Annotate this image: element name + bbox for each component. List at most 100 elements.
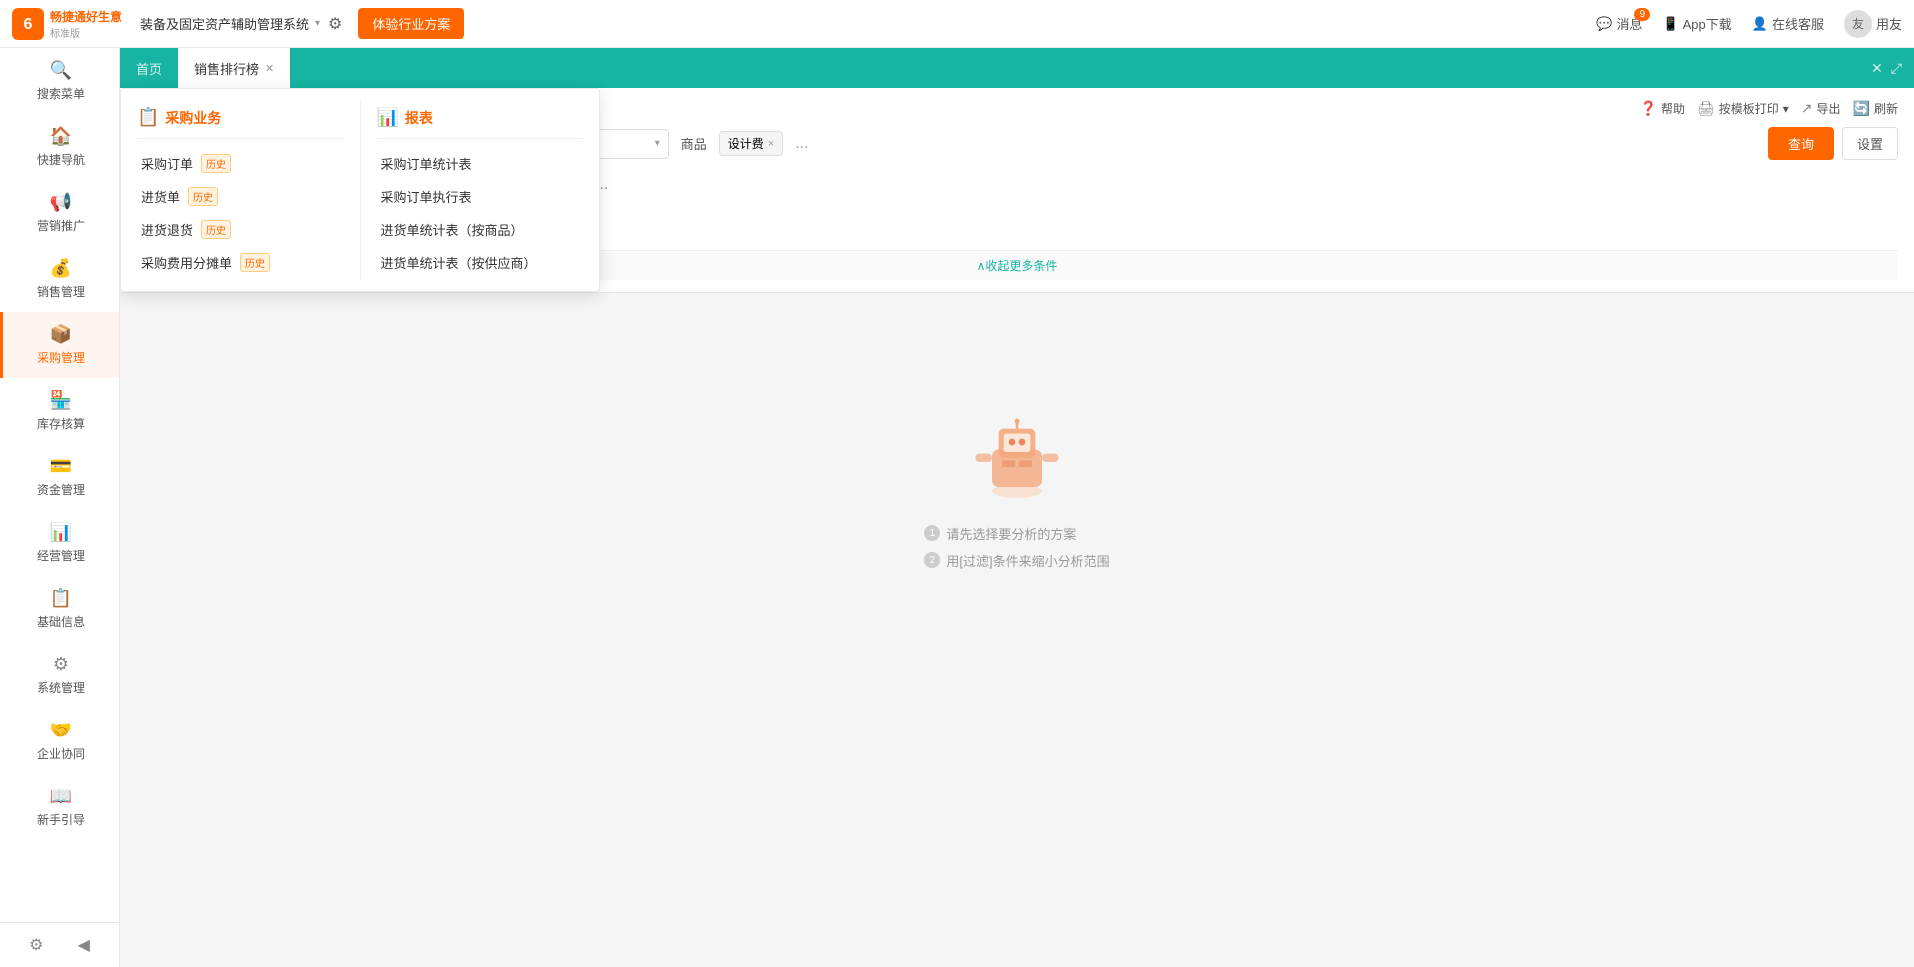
- empty-icon-wrapper: [967, 417, 1067, 512]
- collapse-arrow-icon: ∧: [977, 259, 986, 273]
- sidebar-settings-icon[interactable]: ⚙: [29, 935, 43, 955]
- user-avatar: 友: [1844, 10, 1872, 38]
- dropdown-item-expense[interactable]: 采购费用分摊单 历史: [137, 246, 344, 279]
- history-badge-2: 历史: [201, 220, 231, 239]
- query-btn[interactable]: 查询: [1768, 127, 1834, 160]
- app-download-btn[interactable]: 📱 App下载: [1662, 14, 1731, 33]
- cooperation-icon: 🤝: [50, 720, 72, 741]
- export-btn[interactable]: ↗ 导出: [1801, 100, 1841, 117]
- finance-icon: 💳: [50, 456, 72, 477]
- header-right: 💬 消息 9 📱 App下载 👤 在线客服 友 用友: [1596, 10, 1902, 38]
- dropdown-item-return[interactable]: 进货退货 历史: [137, 213, 344, 246]
- sidebar-item-system[interactable]: ⚙ 系统管理: [0, 642, 119, 708]
- svg-text:6: 6: [24, 16, 33, 33]
- goods-tag: 设计费 ×: [719, 131, 783, 156]
- voucher-status-arrow: ▾: [655, 138, 660, 149]
- tab-fullscreen-btn[interactable]: ⤢: [1891, 60, 1902, 77]
- dropdown-item-order-stat[interactable]: 采购订单统计表: [377, 147, 584, 180]
- system-icon: ⚙: [53, 654, 69, 675]
- service-icon: 👤: [1752, 16, 1768, 32]
- operations-icon: 📊: [50, 522, 72, 543]
- sidebar-item-newbie[interactable]: 📖 新手引导: [0, 774, 119, 840]
- sidebar-item-operations[interactable]: 📊 经营管理: [0, 510, 119, 576]
- refresh-btn[interactable]: 🔄 刷新: [1853, 100, 1898, 117]
- help-icon: ❓: [1640, 100, 1657, 117]
- phone-icon: 📱: [1662, 16, 1678, 32]
- tab-controls: ✕ ⤢: [1871, 60, 1914, 77]
- sidebar-item-marketing[interactable]: 📢 营销推广: [0, 180, 119, 246]
- sales-icon: 💰: [50, 258, 72, 279]
- history-badge-3: 历史: [240, 253, 270, 272]
- sidebar-bottom: ⚙ ◀: [0, 922, 119, 967]
- sidebar-item-cooperation[interactable]: 🤝 企业协同: [0, 708, 119, 774]
- sidebar-item-search[interactable]: 🔍 搜索菜单: [0, 48, 119, 114]
- dropdown-item-purchase-order[interactable]: 采购订单 历史: [137, 147, 344, 180]
- print-icon: 🖨: [1697, 100, 1715, 117]
- sidebar-item-quick-nav[interactable]: 🏠 快捷导航: [0, 114, 119, 180]
- empty-robot-icon: [967, 417, 1067, 507]
- brand-text: 畅捷通好生意 标准版: [50, 8, 122, 40]
- main-layout: 🔍 搜索菜单 🏠 快捷导航 📢 营销推广 💰 销售管理 📦 采购管理 🏪 库存核…: [0, 48, 1914, 967]
- marketing-icon: 📢: [50, 192, 72, 213]
- dropdown-col-report: 📊 报表 采购订单统计表 采购订单执行表 进货单统计表（按商品） 进货单统计表（…: [360, 101, 600, 279]
- sidebar-item-basic[interactable]: 📋 基础信息: [0, 576, 119, 642]
- home-icon: 🏠: [50, 126, 72, 147]
- sidebar-item-inventory[interactable]: 🏪 库存核算: [0, 378, 119, 444]
- industry-btn[interactable]: 体验行业方案: [358, 8, 464, 39]
- dropdown-menu: 📋 采购业务 采购订单 历史 进货单 历史 进货退货 历史: [120, 88, 600, 292]
- empty-tip-2: 2 用[过滤]条件来缩小分析范围: [924, 551, 1109, 570]
- empty-state: 1 请先选择要分析的方案 2 用[过滤]条件来缩小分析范围: [120, 293, 1914, 693]
- sidebar: 🔍 搜索菜单 🏠 快捷导航 📢 营销推广 💰 销售管理 📦 采购管理 🏪 库存核…: [0, 48, 120, 967]
- refresh-icon: 🔄: [1853, 100, 1870, 117]
- history-badge-0: 历史: [201, 154, 231, 173]
- logo-icon: 6: [12, 8, 44, 40]
- query-actions: 查询 设置: [1768, 127, 1898, 160]
- top-header: 6 畅捷通好生意 标准版 装备及固定资产辅助管理系统 ▾ ⚙ 体验行业方案 💬 …: [0, 0, 1914, 48]
- logo-area: 6 畅捷通好生意 标准版: [12, 8, 132, 40]
- sidebar-item-finance[interactable]: 💳 资金管理: [0, 444, 119, 510]
- empty-tips: 1 请先选择要分析的方案 2 用[过滤]条件来缩小分析范围: [924, 524, 1109, 570]
- system-dropdown-arrow[interactable]: ▾: [315, 18, 320, 29]
- goods-label: 商品: [681, 134, 707, 153]
- tab-bar: 首页 销售排行榜 ✕ ✕ ⤢: [120, 48, 1914, 88]
- toolbar-actions: ❓ 帮助 🖨 按模板打印 ▾ ↗ 导出 🔄: [1640, 100, 1898, 117]
- sidebar-item-sales[interactable]: 💰 销售管理: [0, 246, 119, 312]
- history-badge-1: 历史: [188, 187, 218, 206]
- system-title: 装备及固定资产辅助管理系统 ▾: [140, 14, 320, 33]
- empty-tip-1: 1 请先选择要分析的方案: [924, 524, 1109, 543]
- message-icon: 💬: [1596, 16, 1612, 32]
- sidebar-collapse-icon[interactable]: ◀: [78, 935, 90, 955]
- dropdown-item-inbound-by-goods[interactable]: 进货单统计表（按商品）: [377, 213, 584, 246]
- export-icon: ↗: [1801, 100, 1813, 117]
- inventory-icon: 🏪: [50, 390, 72, 411]
- dropdown-overlay: 📋 采购业务 采购订单 历史 进货单 历史 进货退货 历史: [120, 88, 600, 292]
- report-col-icon: 📊: [377, 107, 399, 128]
- settings-btn[interactable]: 设置: [1842, 127, 1898, 160]
- message-badge: 9: [1634, 8, 1650, 21]
- tab-close-icon[interactable]: ✕: [265, 62, 274, 75]
- dropdown-col-report-title: 📊 报表: [377, 101, 584, 139]
- user-profile-btn[interactable]: 友 用友: [1844, 10, 1902, 38]
- online-service-btn[interactable]: 👤 在线客服: [1752, 14, 1824, 33]
- tab-home[interactable]: 首页: [120, 48, 178, 88]
- goods-more-btn[interactable]: ...: [795, 135, 808, 153]
- tab-close-btn[interactable]: ✕: [1871, 60, 1883, 77]
- settings-icon[interactable]: ⚙: [328, 14, 342, 34]
- sidebar-item-purchase[interactable]: 📦 采购管理: [0, 312, 119, 378]
- content-area: 首页 销售排行榜 ✕ ✕ ⤢ ❓ 帮助: [120, 48, 1914, 967]
- dropdown-col-purchase: 📋 采购业务 采购订单 历史 进货单 历史 进货退货 历史: [121, 101, 360, 279]
- dropdown-item-order-exec[interactable]: 采购订单执行表: [377, 180, 584, 213]
- purchase-col-icon: 📋: [137, 107, 159, 128]
- purchase-icon: 📦: [50, 324, 72, 345]
- print-btn[interactable]: 🖨 按模板打印 ▾: [1697, 100, 1789, 117]
- dropdown-item-inbound-by-supplier[interactable]: 进货单统计表（按供应商）: [377, 246, 584, 279]
- goods-tag-close[interactable]: ×: [768, 138, 774, 150]
- help-btn[interactable]: ❓ 帮助: [1640, 100, 1685, 117]
- message-btn[interactable]: 💬 消息 9: [1596, 14, 1642, 33]
- basic-icon: 📋: [50, 588, 72, 609]
- dropdown-item-inbound[interactable]: 进货单 历史: [137, 180, 344, 213]
- tab-sales-rank[interactable]: 销售排行榜 ✕: [178, 48, 290, 88]
- search-icon: 🔍: [50, 60, 72, 81]
- newbie-icon: 📖: [50, 786, 72, 807]
- dropdown-col-purchase-title: 📋 采购业务: [137, 101, 344, 139]
